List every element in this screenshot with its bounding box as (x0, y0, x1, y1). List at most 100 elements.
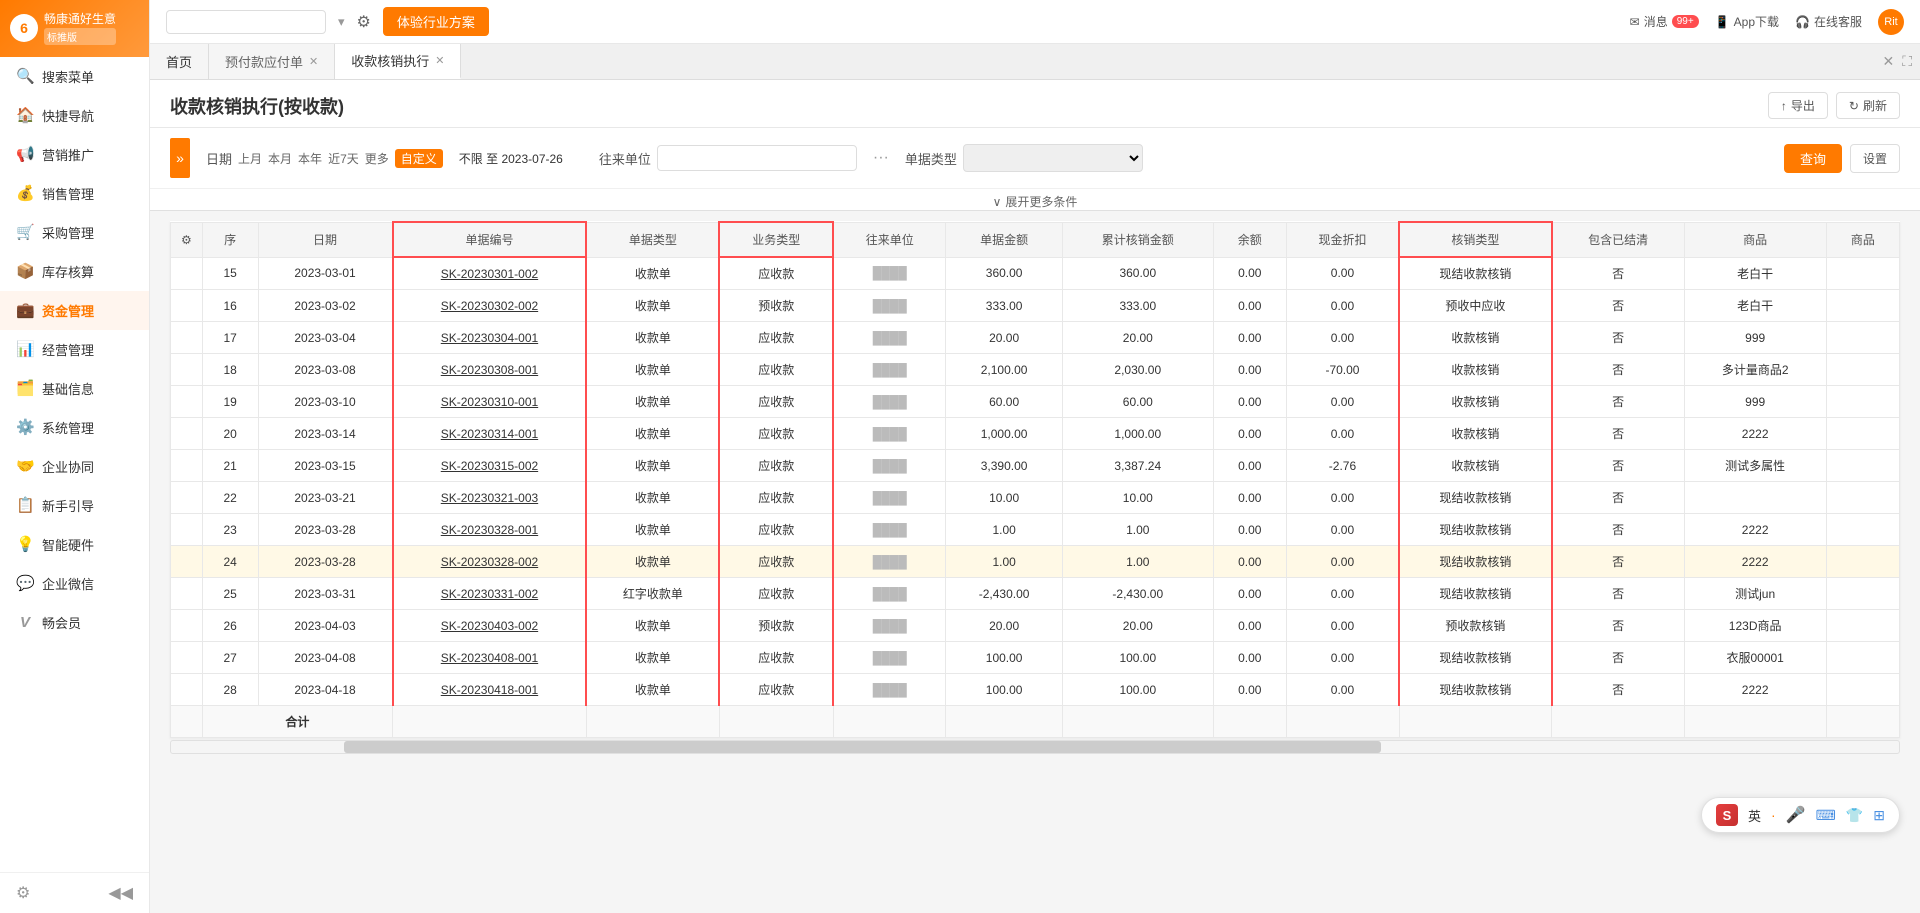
cell-doc-no[interactable]: SK-20230308-001 (393, 354, 587, 386)
ime-keyboard-icon[interactable]: ⌨ (1816, 807, 1836, 824)
cell-doc-no[interactable]: SK-20230310-001 (393, 386, 587, 418)
cell-doc-no[interactable]: SK-20230418-001 (393, 674, 587, 706)
gear-icon[interactable]: ⚙ (357, 12, 371, 32)
date-range-display: 不限 至 2023-07-26 (459, 150, 563, 167)
solution-button[interactable]: 体验行业方案 (383, 7, 489, 36)
cell-doc-no[interactable]: SK-20230331-002 (393, 578, 587, 610)
expand-more-conditions[interactable]: ∨ 展开更多条件 (150, 193, 1920, 210)
cell-doc-no[interactable]: SK-20230403-002 (393, 610, 587, 642)
cell-biz-type: 应收款 (719, 386, 833, 418)
cell-doc-no[interactable]: SK-20230301-002 (393, 257, 587, 290)
cell-doc-no[interactable]: SK-20230328-002 (393, 546, 587, 578)
cell-goods2 (1826, 386, 1899, 418)
sidebar-item-operation[interactable]: 📊 经营管理 (0, 330, 149, 369)
ime-mic-icon[interactable]: 🎤 (1786, 805, 1806, 825)
cell-verified: 1.00 (1062, 514, 1213, 546)
tab-home[interactable]: 首页 (150, 44, 209, 79)
cell-doc-no[interactable]: SK-20230315-002 (393, 450, 587, 482)
service-item[interactable]: 🎧 在线客服 (1795, 13, 1862, 30)
date-last-month[interactable]: 上月 (238, 150, 262, 167)
th-date: 日期 (258, 222, 393, 257)
user-avatar[interactable]: Rit (1878, 9, 1904, 35)
tab-close-all-icon[interactable]: ✕ (1882, 53, 1894, 70)
horizontal-scrollbar[interactable] (170, 740, 1900, 754)
sidebar-item-purchase[interactable]: 🛒 采购管理 (0, 213, 149, 252)
sidebar-item-basic[interactable]: 🗂️ 基础信息 (0, 369, 149, 408)
settings-footer-icon[interactable]: ⚙ (16, 883, 30, 903)
tab-prepay[interactable]: 预付款应付单 ✕ (209, 44, 335, 79)
cell-checkbox (171, 610, 203, 642)
cell-verified: -2,430.00 (1062, 578, 1213, 610)
export-button[interactable]: ↑ 导出 (1768, 92, 1828, 119)
ime-grid-icon[interactable]: ⊞ (1873, 807, 1885, 824)
cell-checkbox (171, 290, 203, 322)
cell-doc-no[interactable]: SK-20230408-001 (393, 642, 587, 674)
receipt-type-select[interactable] (963, 144, 1143, 172)
filter-expand-button[interactable]: » (170, 138, 190, 178)
app-name: 畅康通好生意 (44, 12, 116, 28)
date-7days[interactable]: 近7天 (328, 150, 359, 167)
sidebar-item-search[interactable]: 🔍 搜索菜单 (0, 57, 149, 96)
cell-biz-type: 预收款 (719, 610, 833, 642)
th-settings[interactable]: ⚙ (171, 222, 203, 257)
cell-goods2 (1826, 578, 1899, 610)
sidebar-item-finance[interactable]: 💼 资金管理 (0, 291, 149, 330)
filter-action-buttons: 查询 设置 (1784, 144, 1900, 173)
cell-goods2 (1826, 290, 1899, 322)
tab-maximize-icon[interactable]: ⛶ (1902, 53, 1912, 70)
date-custom-btn[interactable]: 自定义 (395, 149, 443, 168)
date-more[interactable]: 更多 (365, 150, 389, 167)
tab-collection[interactable]: 收款核销执行 ✕ (335, 44, 461, 79)
sidebar-item-quick-nav[interactable]: 🏠 快捷导航 (0, 96, 149, 135)
receipt-type-label: 单据类型 (905, 149, 957, 168)
ime-dot-icon[interactable]: · (1771, 807, 1776, 823)
refresh-button[interactable]: ↻ 刷新 (1836, 92, 1900, 119)
sidebar-item-guide[interactable]: 📋 新手引导 (0, 486, 149, 525)
ime-shirt-icon[interactable]: 👕 (1846, 807, 1863, 824)
sidebar-item-label: 销售管理 (42, 184, 94, 203)
sidebar-item-marketing[interactable]: 📢 营销推广 (0, 135, 149, 174)
cell-doc-no[interactable]: SK-20230314-001 (393, 418, 587, 450)
query-button[interactable]: 查询 (1784, 144, 1842, 173)
cell-doc-no[interactable]: SK-20230302-002 (393, 290, 587, 322)
tab-prepay-close[interactable]: ✕ (309, 55, 318, 68)
cell-verify-type: 收款核销 (1399, 386, 1552, 418)
message-item[interactable]: ✉ 消息 99+ (1630, 13, 1699, 30)
collapse-icon[interactable]: ◀◀ (108, 883, 133, 903)
sidebar-item-wechat[interactable]: 💬 企业微信 (0, 564, 149, 603)
sidebar-item-sales[interactable]: 💰 销售管理 (0, 174, 149, 213)
page-title-row: 收款核销执行(按收款) ↑ 导出 ↻ 刷新 (170, 92, 1900, 119)
app-download-item[interactable]: 📱 App下载 (1715, 13, 1779, 30)
sidebar-item-label: 经营管理 (42, 340, 94, 359)
cell-verify-type: 现结收款核销 (1399, 514, 1552, 546)
sidebar-item-hardware[interactable]: 💡 智能硬件 (0, 525, 149, 564)
cell-doc-no[interactable]: SK-20230328-001 (393, 514, 587, 546)
cell-doc-no[interactable]: SK-20230321-003 (393, 482, 587, 514)
sidebar-item-inventory[interactable]: 📦 库存核算 (0, 252, 149, 291)
cell-partner: ████ (833, 290, 946, 322)
dropdown-arrow-icon[interactable]: ▾ (338, 14, 345, 30)
cell-no: 26 (202, 610, 258, 642)
date-this-year[interactable]: 本年 (298, 150, 322, 167)
tab-collection-close[interactable]: ✕ (435, 54, 444, 67)
th-goods2: 商品 (1826, 222, 1899, 257)
cell-verified: 2,030.00 (1062, 354, 1213, 386)
cell-discount: -2.76 (1286, 450, 1399, 482)
topbar-search-input[interactable] (166, 10, 326, 34)
date-this-month[interactable]: 本月 (268, 150, 292, 167)
sales-icon: 💰 (16, 184, 34, 202)
table-row: 232023-03-28SK-20230328-001收款单应收款████1.0… (171, 514, 1900, 546)
settings-filter-button[interactable]: 设置 (1850, 144, 1900, 173)
expand-more-label: 展开更多条件 (1005, 193, 1077, 210)
sidebar-item-label: 库存核算 (42, 262, 94, 281)
sidebar-item-system[interactable]: ⚙️ 系统管理 (0, 408, 149, 447)
cell-doc-no[interactable]: SK-20230304-001 (393, 322, 587, 354)
cell-verify-type: 现结收款核销 (1399, 257, 1552, 290)
cell-amount: 100.00 (946, 674, 1062, 706)
operation-icon: 📊 (16, 340, 34, 358)
sidebar-item-enterprise[interactable]: 🤝 企业协同 (0, 447, 149, 486)
sidebar-item-member[interactable]: V 畅会员 (0, 603, 149, 642)
table-footer-row: 合计 (171, 706, 1900, 738)
cell-doc-type: 收款单 (586, 514, 719, 546)
partner-filter-input[interactable] (657, 145, 857, 171)
